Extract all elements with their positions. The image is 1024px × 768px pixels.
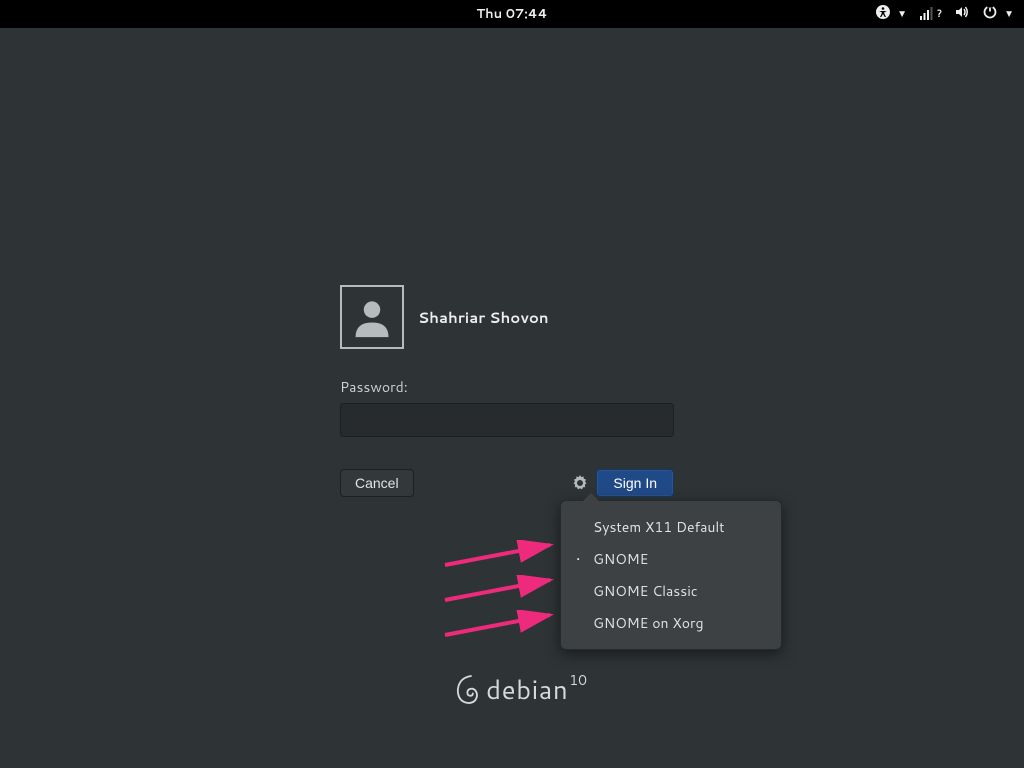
- accessibility-caret-icon[interactable]: ▼: [897, 7, 907, 21]
- username-label: Shahriar Shovon: [418, 307, 549, 328]
- arrow-icon: [440, 575, 560, 605]
- system-tray: ▼ ? ▼: [875, 4, 1014, 25]
- session-item-gnome-xorg[interactable]: GNOME on Xorg: [561, 607, 781, 639]
- avatar: [340, 285, 404, 349]
- power-caret-icon[interactable]: ▼: [1004, 7, 1014, 21]
- login-panel: Shahriar Shovon Password: Cancel Sign In: [340, 285, 685, 497]
- arrow-icon: [440, 610, 560, 640]
- debian-logo: debian 10: [453, 672, 587, 710]
- network-icon[interactable]: ?: [919, 6, 942, 22]
- session-item-gnome-classic[interactable]: GNOME Classic: [561, 575, 781, 607]
- clock-label: Thu 07:44: [476, 5, 547, 23]
- sign-in-button[interactable]: Sign In: [596, 469, 674, 497]
- cancel-button[interactable]: Cancel: [340, 469, 414, 497]
- debian-swirl-icon: [453, 672, 483, 710]
- session-menu: System X11 Default GNOME GNOME Classic G…: [560, 500, 782, 650]
- debian-name: debian: [486, 672, 568, 708]
- accessibility-icon[interactable]: [875, 4, 891, 25]
- session-gear-icon[interactable]: [572, 475, 588, 491]
- password-label: Password:: [340, 377, 685, 397]
- session-item-gnome[interactable]: GNOME: [561, 543, 781, 575]
- debian-version: 10: [569, 670, 587, 690]
- password-input[interactable]: [340, 403, 674, 437]
- arrow-icon: [440, 540, 560, 570]
- top-bar: Thu 07:44 ▼ ? ▼: [0, 0, 1024, 28]
- button-row: Cancel Sign In: [340, 469, 674, 497]
- volume-icon[interactable]: [954, 4, 970, 25]
- session-item-system-x11[interactable]: System X11 Default: [561, 511, 781, 543]
- power-icon[interactable]: [982, 4, 998, 25]
- user-row: Shahriar Shovon: [340, 285, 685, 349]
